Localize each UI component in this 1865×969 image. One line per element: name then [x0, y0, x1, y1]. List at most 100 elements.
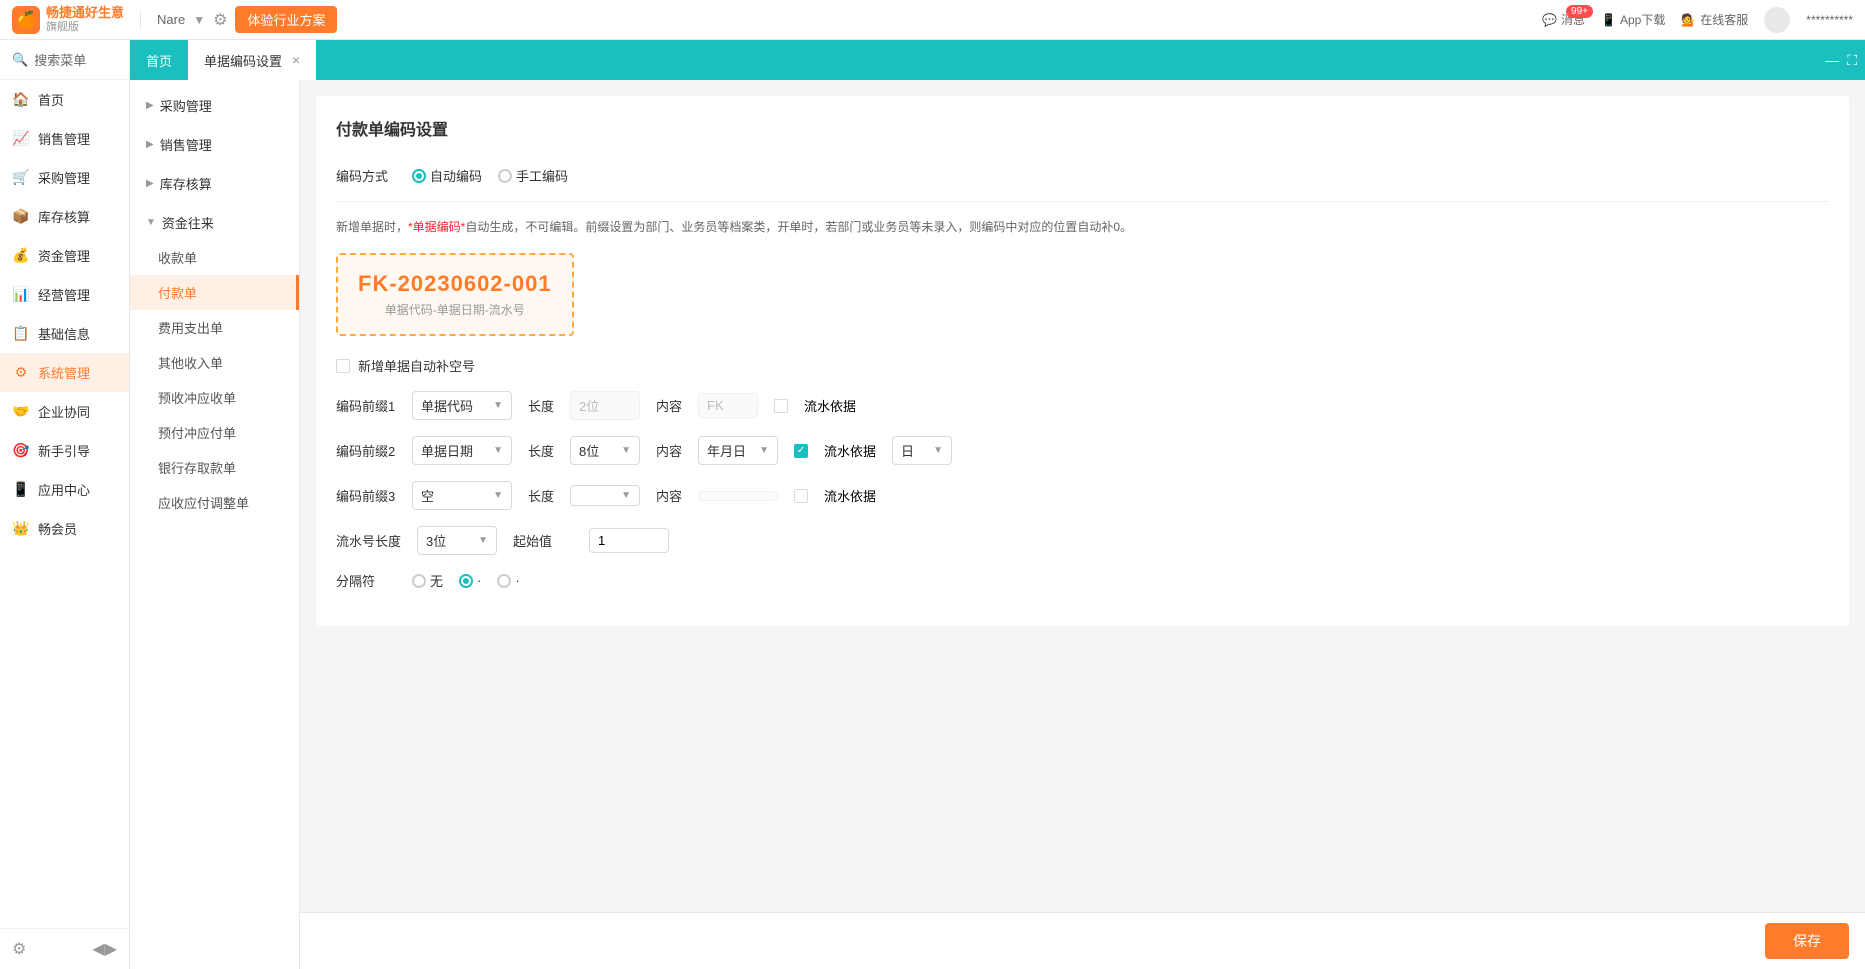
- search-icon: 🔍: [12, 52, 28, 68]
- start-value-input[interactable]: [589, 528, 669, 553]
- radio-manual[interactable]: 手工编码: [498, 166, 568, 185]
- length2-select[interactable]: 8位 ▼: [570, 436, 640, 465]
- sales-icon: 📈: [12, 130, 30, 148]
- serial1-checkbox[interactable]: [774, 399, 788, 413]
- serial3-checkbox[interactable]: [794, 489, 808, 503]
- settings-bottom-btn[interactable]: ⚙: [12, 939, 26, 959]
- sidebar-item-sales[interactable]: 📈 销售管理: [0, 119, 129, 158]
- length3-select[interactable]: ▼: [570, 485, 640, 506]
- tab-home[interactable]: 首页: [130, 40, 188, 80]
- divider: [140, 10, 141, 30]
- code-row-1: 编码前缀1 单据代码 ▼ 长度 2位 内容 FK 流水依据: [336, 391, 1829, 420]
- content3-value: [698, 491, 778, 501]
- user-avatar[interactable]: [1764, 7, 1790, 33]
- content2-select[interactable]: 年月日 ▼: [698, 436, 778, 465]
- sub-group-inventory-title[interactable]: ▶ 库存核算: [130, 166, 299, 201]
- sidebar-item-operation[interactable]: 📊 经营管理: [0, 275, 129, 314]
- tab-maximize-btn[interactable]: ⛶: [1847, 52, 1857, 69]
- auto-fill-label: 新增单据自动补空号: [358, 356, 475, 375]
- search-menu[interactable]: 🔍 搜索菜单: [0, 40, 129, 80]
- sidebar-item-purchase[interactable]: 🛒 采购管理: [0, 158, 129, 197]
- prefix2-select[interactable]: 单据日期 ▼: [412, 436, 512, 465]
- prefix3-select[interactable]: 空 ▼: [412, 481, 512, 510]
- sep-other[interactable]: ·: [497, 573, 519, 588]
- sub-group-funds: ▼ 资金往来 收款单 付款单 费用支出单 其他收入单 预收冲应收单 预付冲应付单…: [130, 205, 299, 520]
- separator-label: 分隔符: [336, 571, 396, 590]
- form-area: 付款单编码设置 编码方式 自动编码 手工编码: [300, 80, 1865, 912]
- sep-none[interactable]: 无: [412, 571, 443, 590]
- tab-close-btn[interactable]: ×: [292, 52, 300, 68]
- serial2-checkbox[interactable]: [794, 444, 808, 458]
- trial-btn[interactable]: 体验行业方案: [235, 6, 337, 33]
- separator-row: 分隔符 无 · ·: [336, 571, 1829, 590]
- sub-nav-adjust[interactable]: 应收应付调整单: [130, 485, 299, 520]
- sub-group-purchase-title[interactable]: ▶ 采购管理: [130, 88, 299, 123]
- tab-minimize-btn[interactable]: —: [1825, 52, 1839, 68]
- sep-dot[interactable]: ·: [459, 573, 481, 588]
- sub-nav-bank[interactable]: 银行存取款单: [130, 450, 299, 485]
- sub-sidebar: ▶ 采购管理 ▶ 销售管理 ▶ 库存核算: [130, 80, 300, 969]
- serial-length-row: 流水号长度 3位 ▼ 起始值: [336, 526, 1829, 555]
- online-service-btn[interactable]: 💁 在线客服: [1681, 11, 1748, 28]
- length2-label: 长度: [528, 441, 554, 460]
- sub-group-sales-title[interactable]: ▶ 销售管理: [130, 127, 299, 162]
- auto-fill-checkbox[interactable]: [336, 359, 350, 373]
- messages-btn[interactable]: 💬 消息 99+: [1542, 11, 1585, 28]
- finance-icon: 💰: [12, 247, 30, 265]
- chevron-down-icon: ▼: [621, 445, 631, 456]
- serial-length-select[interactable]: 3位 ▼: [417, 526, 497, 555]
- tab-bar: 首页 单据编码设置 × — ⛶: [130, 40, 1865, 80]
- save-button[interactable]: 保存: [1765, 923, 1849, 959]
- length3-label: 长度: [528, 486, 554, 505]
- sub-nav-pre-receive[interactable]: 预收冲应收单: [130, 380, 299, 415]
- settings-btn[interactable]: ⚙: [213, 10, 227, 30]
- sep-other-radio: [497, 574, 511, 588]
- serial2-period-select[interactable]: 日 ▼: [892, 436, 952, 465]
- coding-mode-row: 编码方式 自动编码 手工编码: [336, 156, 1829, 202]
- sub-nav-payment[interactable]: 付款单: [130, 275, 299, 310]
- length1-input: 2位: [570, 391, 640, 420]
- sidebar-item-apps[interactable]: 📱 应用中心: [0, 470, 129, 509]
- apps-icon: 📱: [12, 481, 30, 499]
- code-preview-sub: 单据代码-单据日期-流水号: [358, 301, 552, 318]
- sidebar-item-home[interactable]: 🏠 首页: [0, 80, 129, 119]
- sub-nav-pre-pay[interactable]: 预付冲应付单: [130, 415, 299, 450]
- chevron-down-icon: ▼: [493, 400, 503, 411]
- logo-icon: 🍊: [12, 6, 40, 34]
- auto-fill-row: 新增单据自动补空号: [336, 356, 1829, 375]
- code-preview-box: FK-20230602-001 单据代码-单据日期-流水号: [336, 253, 574, 336]
- system-icon: ⚙: [12, 364, 30, 382]
- prefix1-select[interactable]: 单据代码 ▼: [412, 391, 512, 420]
- arrow-down-icon: ▼: [146, 217, 156, 228]
- corp-icon: 🤝: [12, 403, 30, 421]
- sidebar-item-basic[interactable]: 📋 基础信息: [0, 314, 129, 353]
- radio-auto-dot: [412, 169, 426, 183]
- sidebar-item-guide[interactable]: 🎯 新手引导: [0, 431, 129, 470]
- logo-text: 畅捷通好生意 旗舰版: [46, 5, 124, 34]
- sidebar-item-inventory[interactable]: 📦 库存核算: [0, 197, 129, 236]
- message-badge: 99+: [1566, 5, 1593, 18]
- length1-label: 长度: [528, 396, 554, 415]
- chevron-down-btn[interactable]: ▼: [193, 13, 205, 27]
- sub-nav-expense[interactable]: 费用支出单: [130, 310, 299, 345]
- serial1-label: 流水依据: [804, 396, 856, 415]
- form-card: 付款单编码设置 编码方式 自动编码 手工编码: [316, 96, 1849, 626]
- purchase-icon: 🛒: [12, 169, 30, 187]
- sidebar-item-system[interactable]: ⚙ 系统管理: [0, 353, 129, 392]
- sub-group-funds-title[interactable]: ▼ 资金往来: [130, 205, 299, 240]
- prefix1-label: 编码前缀1: [336, 396, 396, 415]
- sub-nav-receipt[interactable]: 收款单: [130, 240, 299, 275]
- prefix3-label: 编码前缀3: [336, 486, 396, 505]
- radio-auto[interactable]: 自动编码: [412, 166, 482, 185]
- sub-nav-other-income[interactable]: 其他收入单: [130, 345, 299, 380]
- tab-active[interactable]: 单据编码设置 ×: [188, 40, 316, 80]
- prefix2-label: 编码前缀2: [336, 441, 396, 460]
- sidebar-item-member[interactable]: 👑 畅会员: [0, 509, 129, 548]
- sidebar-item-finance[interactable]: 💰 资金管理: [0, 236, 129, 275]
- sidebar-item-corp[interactable]: 🤝 企业协同: [0, 392, 129, 431]
- app-download-btn[interactable]: 📱 App下载: [1601, 11, 1665, 28]
- member-icon: 👑: [12, 520, 30, 538]
- sep-dot-radio: [459, 574, 473, 588]
- collapse-btn[interactable]: ◀▶: [92, 939, 117, 959]
- logo: 🍊 畅捷通好生意 旗舰版: [12, 5, 124, 34]
